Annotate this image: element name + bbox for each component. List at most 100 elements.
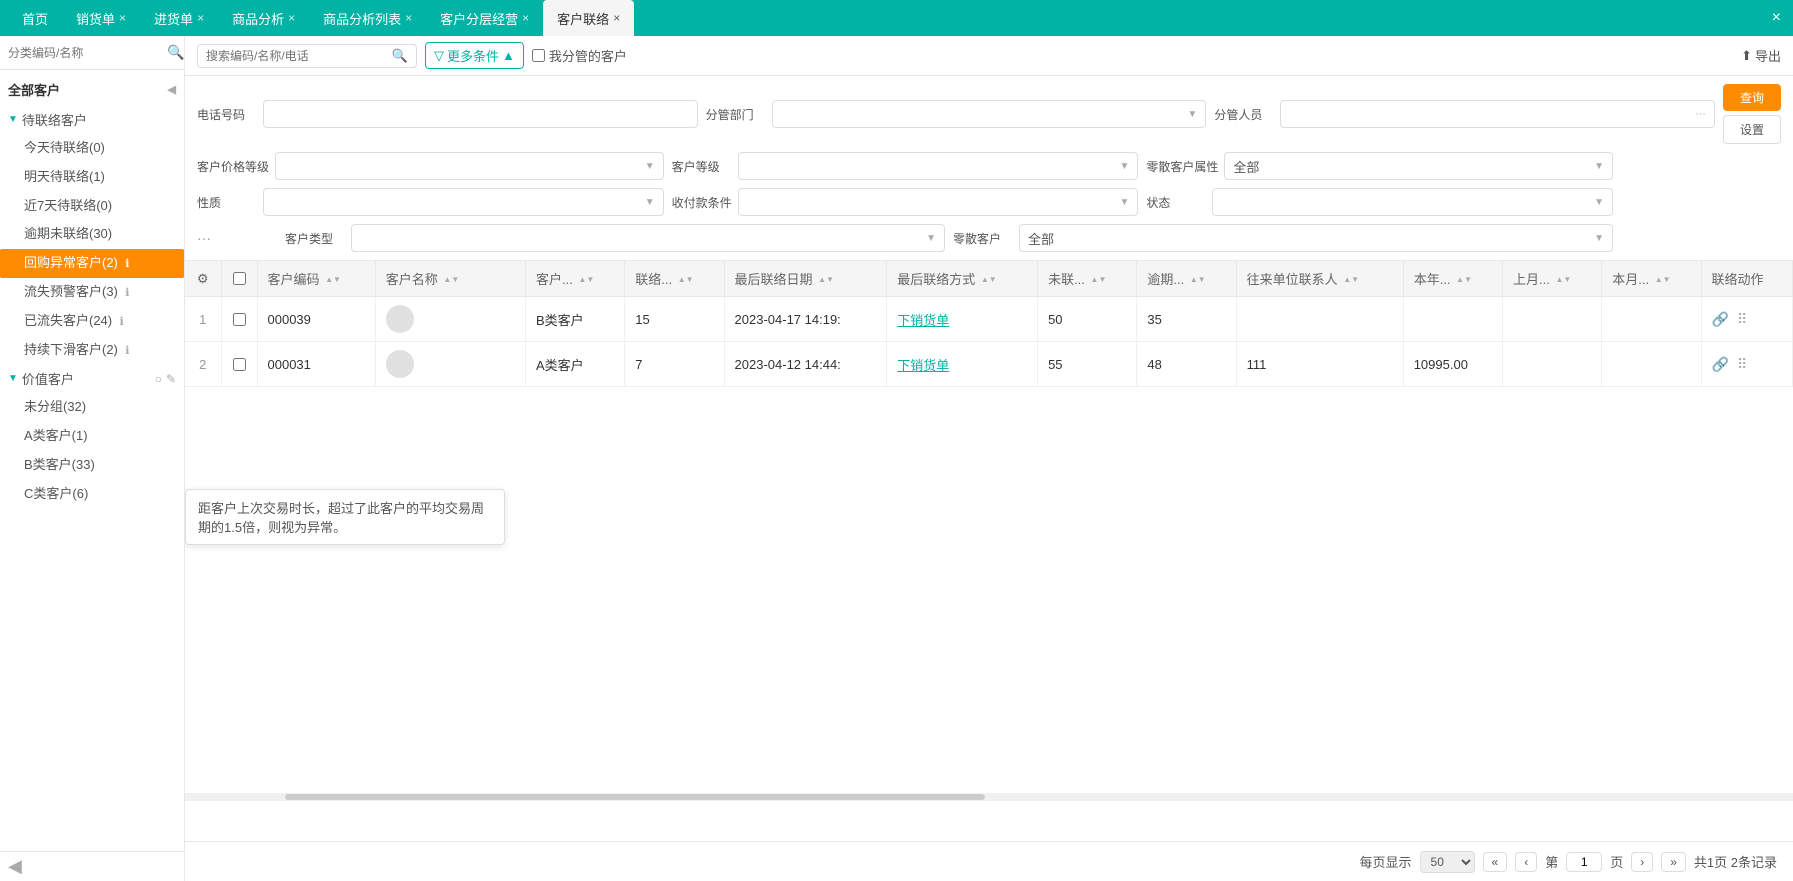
th-last-contact-method[interactable]: 最后联络方式 ▲▼ <box>887 261 1038 297</box>
table-row: 2 000031 <box>185 342 1793 387</box>
sidebar-collapse-icon[interactable]: ◀ <box>168 83 176 96</box>
nature-chevron: ▼ <box>645 197 655 208</box>
sidebar-tomorrow-pending[interactable]: 明天待联络(1) <box>0 163 184 192</box>
filter-customer-type-select[interactable]: ▼ <box>351 224 945 252</box>
edit-icon[interactable]: ○ <box>155 372 162 386</box>
sidebar-search-input[interactable] <box>8 46 163 60</box>
status-chevron: ▼ <box>1594 197 1604 208</box>
table-area: 距客户上次交易时长，超过了此客户的平均交易周期的1.5倍，则视为异常。 ⚙ <box>185 261 1793 841</box>
row-checkbox-0[interactable] <box>233 313 246 326</box>
filter-nature-select[interactable]: ▼ <box>263 188 664 216</box>
sidebar-search-bar: 🔍 <box>0 36 184 70</box>
filter-manager-select[interactable]: ··· <box>1280 100 1715 128</box>
action-more-icon-0[interactable]: ⠿ <box>1737 311 1747 328</box>
sort-icon-last-month: ▲▼ <box>1555 278 1571 283</box>
sidebar-declining[interactable]: 持续下滑客户(2) ℹ <box>0 336 184 365</box>
sidebar-repurchase-anomaly[interactable]: 回购异常客户(2) ℹ <box>0 249 184 278</box>
th-uncontacted[interactable]: 未联... ▲▼ <box>1038 261 1137 297</box>
sidebar-today-pending[interactable]: 今天待联络(0) <box>0 134 184 163</box>
nav-product-analysis[interactable]: 商品分析 × <box>218 0 309 36</box>
scrollbar-thumb[interactable] <box>285 794 985 800</box>
nav-sales-order[interactable]: 销货单 × <box>62 0 140 36</box>
prev-page-button[interactable]: ‹ <box>1515 852 1537 872</box>
td-last-date-0: 2023-04-17 14:19: <box>724 297 887 342</box>
th-settings[interactable]: ⚙ <box>185 261 221 297</box>
sidebar-c-customers[interactable]: C类客户(6) <box>0 480 184 509</box>
select-all-checkbox[interactable] <box>233 272 246 285</box>
sidebar-7day-pending[interactable]: 近7天待联络(0) <box>0 192 184 221</box>
th-last-month[interactable]: 上月... ▲▼ <box>1502 261 1601 297</box>
sidebar-pending-contact-section[interactable]: ▼ 待联络客户 <box>0 105 184 134</box>
td-last-month-0 <box>1502 297 1601 342</box>
filter-manager-label: 分管人员 <box>1214 106 1274 123</box>
nav-close-product-analysis[interactable]: × <box>288 11 295 25</box>
per-page-select[interactable]: 50 20 100 <box>1420 851 1475 873</box>
horizontal-scrollbar[interactable] <box>185 793 1793 801</box>
filter-retail-attr-select[interactable]: 全部 ▼ <box>1224 152 1613 180</box>
sidebar-scroll-left[interactable]: ◀ <box>8 856 22 877</box>
th-overdue[interactable]: 逾期... ▲▼ <box>1137 261 1236 297</box>
th-contacts[interactable]: 往来单位联系人 ▲▼ <box>1236 261 1403 297</box>
filter-payment-select[interactable]: ▼ <box>738 188 1139 216</box>
filter-manager: 分管人员 ··· <box>1214 100 1715 128</box>
nav-close-customer-seg[interactable]: × <box>522 11 529 25</box>
search-input[interactable] <box>206 49 392 63</box>
action-link-icon-0[interactable]: 🔗 <box>1712 311 1729 328</box>
settings-button[interactable]: 设置 <box>1723 115 1781 144</box>
settings-icon[interactable]: ✎ <box>166 372 176 386</box>
page-input[interactable] <box>1566 852 1602 872</box>
nav-close-sales[interactable]: × <box>119 11 126 25</box>
sidebar-a-customers[interactable]: A类客户(1) <box>0 422 184 451</box>
sidebar-churned[interactable]: 已流失客户(24) ℹ <box>0 307 184 336</box>
table-settings-icon[interactable]: ⚙ <box>197 271 209 286</box>
nav-customer-contact[interactable]: 客户联络 × <box>543 0 634 36</box>
nav-close-customer-contact[interactable]: × <box>613 11 620 25</box>
sidebar-overdue-pending[interactable]: 逾期未联络(30) <box>0 220 184 249</box>
more-conditions-button[interactable]: ▽ 更多条件 ▲ <box>425 42 524 69</box>
td-checkbox-0 <box>221 297 257 342</box>
sidebar-search-icon[interactable]: 🔍 <box>167 44 184 61</box>
filter-price-grade-select[interactable]: ▼ <box>275 152 664 180</box>
sidebar-b-customers[interactable]: B类客户(33) <box>0 451 184 480</box>
th-customer-name[interactable]: 客户名称 ▲▼ <box>375 261 525 297</box>
th-last-contact-date[interactable]: 最后联络日期 ▲▼ <box>724 261 887 297</box>
nav-home[interactable]: 首页 <box>8 0 62 36</box>
search-icon[interactable]: 🔍 <box>392 48 408 64</box>
th-year-amount[interactable]: 本年... ▲▼ <box>1403 261 1502 297</box>
action-more-icon-1[interactable]: ⠿ <box>1737 356 1747 373</box>
row-checkbox-1[interactable] <box>233 358 246 371</box>
filter-phone-input[interactable] <box>263 100 698 128</box>
last-page-button[interactable]: » <box>1661 852 1686 872</box>
td-contact-count-0: 15 <box>625 297 724 342</box>
sidebar-churn-warning[interactable]: 流失预警客户(3) ℹ <box>0 278 184 307</box>
query-button[interactable]: 查询 <box>1723 84 1781 111</box>
th-customer-type[interactable]: 客户... ▲▼ <box>525 261 624 297</box>
filter-dept-select[interactable]: ▼ <box>772 100 1207 128</box>
th-customer-code[interactable]: 客户编码 ▲▼ <box>257 261 375 297</box>
nav-close-purchase[interactable]: × <box>197 11 204 25</box>
window-close-button[interactable]: × <box>1772 9 1781 27</box>
first-page-button[interactable]: « <box>1483 852 1508 872</box>
sidebar-all-customers[interactable]: 全部客户 ◀ <box>0 74 184 105</box>
sidebar-ungrouped[interactable]: 未分组(32) <box>0 393 184 422</box>
my-customers-checkbox-wrap: 我分管的客户 <box>532 46 627 65</box>
nav-purchase-order[interactable]: 进货单 × <box>140 0 218 36</box>
th-contact-count[interactable]: 联络... ▲▼ <box>625 261 724 297</box>
filter-more-dots[interactable]: ··· <box>197 230 211 246</box>
td-contact-count-1: 7 <box>625 342 724 387</box>
manager-dots-icon: ··· <box>1695 108 1706 120</box>
filter-status-select[interactable]: ▼ <box>1212 188 1613 216</box>
th-this-month[interactable]: 本月... ▲▼ <box>1602 261 1701 297</box>
filter-customer-grade-select[interactable]: ▼ <box>738 152 1139 180</box>
customer-grade-chevron: ▼ <box>1119 161 1129 172</box>
next-page-button[interactable]: › <box>1631 852 1653 872</box>
action-link-icon-1[interactable]: 🔗 <box>1712 356 1729 373</box>
nav-close-product-list[interactable]: × <box>405 11 412 25</box>
sidebar-value-customers-section[interactable]: ▼ 价值客户 ○ ✎ <box>0 364 184 393</box>
nav-customer-segmentation[interactable]: 客户分层经营 × <box>426 0 543 36</box>
my-customers-checkbox[interactable] <box>532 49 545 62</box>
nav-product-analysis-list[interactable]: 商品分析列表 × <box>309 0 426 36</box>
filter-dept-label: 分管部门 <box>706 106 766 123</box>
export-button[interactable]: ⬆ 导出 <box>1741 46 1781 65</box>
filter-retail-customer-select[interactable]: 全部 ▼ <box>1019 224 1613 252</box>
